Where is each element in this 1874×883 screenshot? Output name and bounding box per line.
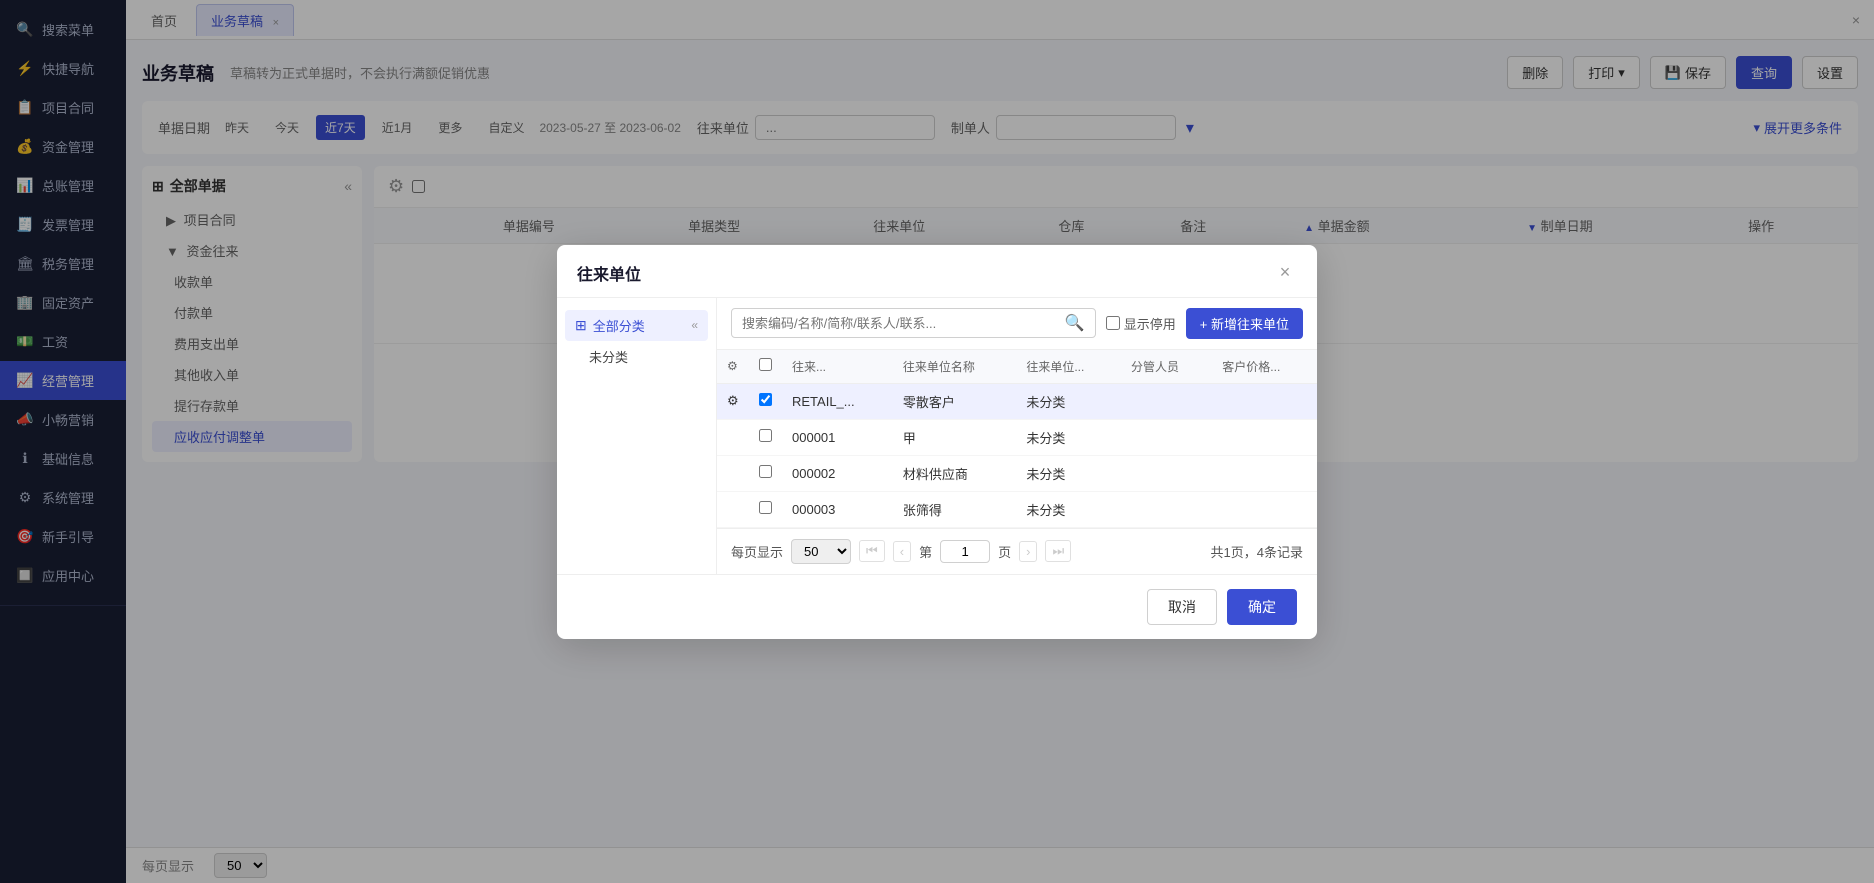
modal-search-box: 🔍 [731,308,1096,338]
modal-table-body: ⚙ RETAIL_... 零散客户 未分类 [717,383,1317,527]
row-category: 未分类 [1016,455,1121,491]
table-row[interactable]: 000003 张筛得 未分类 [717,491,1317,527]
row-settings: ⚙ [717,383,749,419]
tree-item-uncategorized[interactable]: 未分类 [565,341,708,372]
next-page-btn[interactable]: › [1019,541,1037,562]
modal-header: 往来单位 × [557,245,1317,298]
tree-collapse-icon[interactable]: « [691,318,698,332]
row-salesperson [1121,419,1212,455]
prev-page-btn[interactable]: ‹ [893,541,911,562]
row-select-checkbox[interactable] [759,501,772,514]
pagination-left: 每页显示 50 10 20 100 ⏮ ‹ 第 页 › ⏭ [731,539,1071,564]
row-code: RETAIL_... [782,383,893,419]
modal-col-salesperson: 分管人员 [1121,350,1212,384]
modal-col-name: 往来单位名称 [893,350,1016,384]
modal-col-price-tier: 客户价格... [1212,350,1317,384]
cancel-button[interactable]: 取消 [1147,589,1217,625]
show-disabled-checkbox[interactable] [1106,316,1120,330]
row-checkbox [749,491,782,527]
modal-col-settings: ⚙ [717,350,749,384]
modal-overlay[interactable]: 往来单位 × ⊞ 全部分类 « 未分类 [0,0,1874,883]
modal-toolbar: 🔍 显示停用 + 新增往来单位 [717,298,1317,350]
show-disabled-label[interactable]: 显示停用 [1106,314,1176,333]
row-settings [717,419,749,455]
grid-icon: ⊞ [575,317,587,334]
modal-content-area: 🔍 显示停用 + 新增往来单位 ⚙ [717,298,1317,574]
row-price-tier [1212,491,1317,527]
row-salesperson [1121,491,1212,527]
row-select-checkbox[interactable] [759,393,772,406]
table-row[interactable]: ⚙ RETAIL_... 零散客户 未分类 [717,383,1317,419]
modal-col-category: 往来单位... [1016,350,1121,384]
row-checkbox [749,383,782,419]
row-name: 张筛得 [893,491,1016,527]
last-page-btn[interactable]: ⏭ [1045,540,1071,562]
tree-item-label: 全部分类 [593,316,645,335]
page-suffix: 页 [998,542,1011,561]
row-name: 材料供应商 [893,455,1016,491]
row-category: 未分类 [1016,419,1121,455]
row-salesperson [1121,383,1212,419]
modal-col-code: 往来... [782,350,893,384]
modal-col-checkbox [749,350,782,384]
row-name: 零散客户 [893,383,1016,419]
modal-table-header: ⚙ 往来... 往来单位名称 往来单位... 分管人员 客户价格... [717,350,1317,384]
tree-item-all[interactable]: ⊞ 全部分类 « [565,310,708,341]
modal-per-page-select[interactable]: 50 10 20 100 [791,539,851,564]
row-category: 未分类 [1016,491,1121,527]
modal-title: 往来单位 [577,261,641,285]
row-select-checkbox[interactable] [759,429,772,442]
row-price-tier [1212,419,1317,455]
modal-table: ⚙ 往来... 往来单位名称 往来单位... 分管人员 客户价格... [717,350,1317,528]
modal-search-input[interactable] [742,316,1059,331]
add-partner-button[interactable]: + 新增往来单位 [1186,308,1303,339]
confirm-button[interactable]: 确定 [1227,589,1297,625]
modal-pagination: 每页显示 50 10 20 100 ⏮ ‹ 第 页 › ⏭ [717,528,1317,574]
table-row[interactable]: 000002 材料供应商 未分类 [717,455,1317,491]
table-row[interactable]: 000001 甲 未分类 [717,419,1317,455]
row-settings [717,455,749,491]
row-salesperson [1121,455,1212,491]
modal-table-wrap: ⚙ 往来... 往来单位名称 往来单位... 分管人员 客户价格... [717,350,1317,528]
row-select-checkbox[interactable] [759,465,772,478]
partner-modal: 往来单位 × ⊞ 全部分类 « 未分类 [557,245,1317,639]
row-code: 000003 [782,491,893,527]
modal-body: ⊞ 全部分类 « 未分类 🔍 显示停用 [557,298,1317,574]
modal-select-all[interactable] [759,358,772,371]
modal-close-button[interactable]: × [1273,261,1297,285]
search-icon: 🔍 [1065,313,1085,333]
row-code: 000002 [782,455,893,491]
page-number-input[interactable] [940,540,990,563]
row-code: 000001 [782,419,893,455]
row-checkbox [749,455,782,491]
tree-item-label: 未分类 [589,347,628,366]
row-name: 甲 [893,419,1016,455]
page-label: 第 [919,542,932,561]
row-category: 未分类 [1016,383,1121,419]
modal-tree-panel: ⊞ 全部分类 « 未分类 [557,298,717,574]
total-records-label: 共1页，4条记录 [1211,542,1303,561]
row-settings [717,491,749,527]
row-price-tier [1212,383,1317,419]
per-page-label: 每页显示 [731,542,783,561]
modal-footer: 取消 确定 [557,574,1317,639]
row-price-tier [1212,455,1317,491]
row-checkbox [749,419,782,455]
first-page-btn[interactable]: ⏮ [859,540,885,562]
